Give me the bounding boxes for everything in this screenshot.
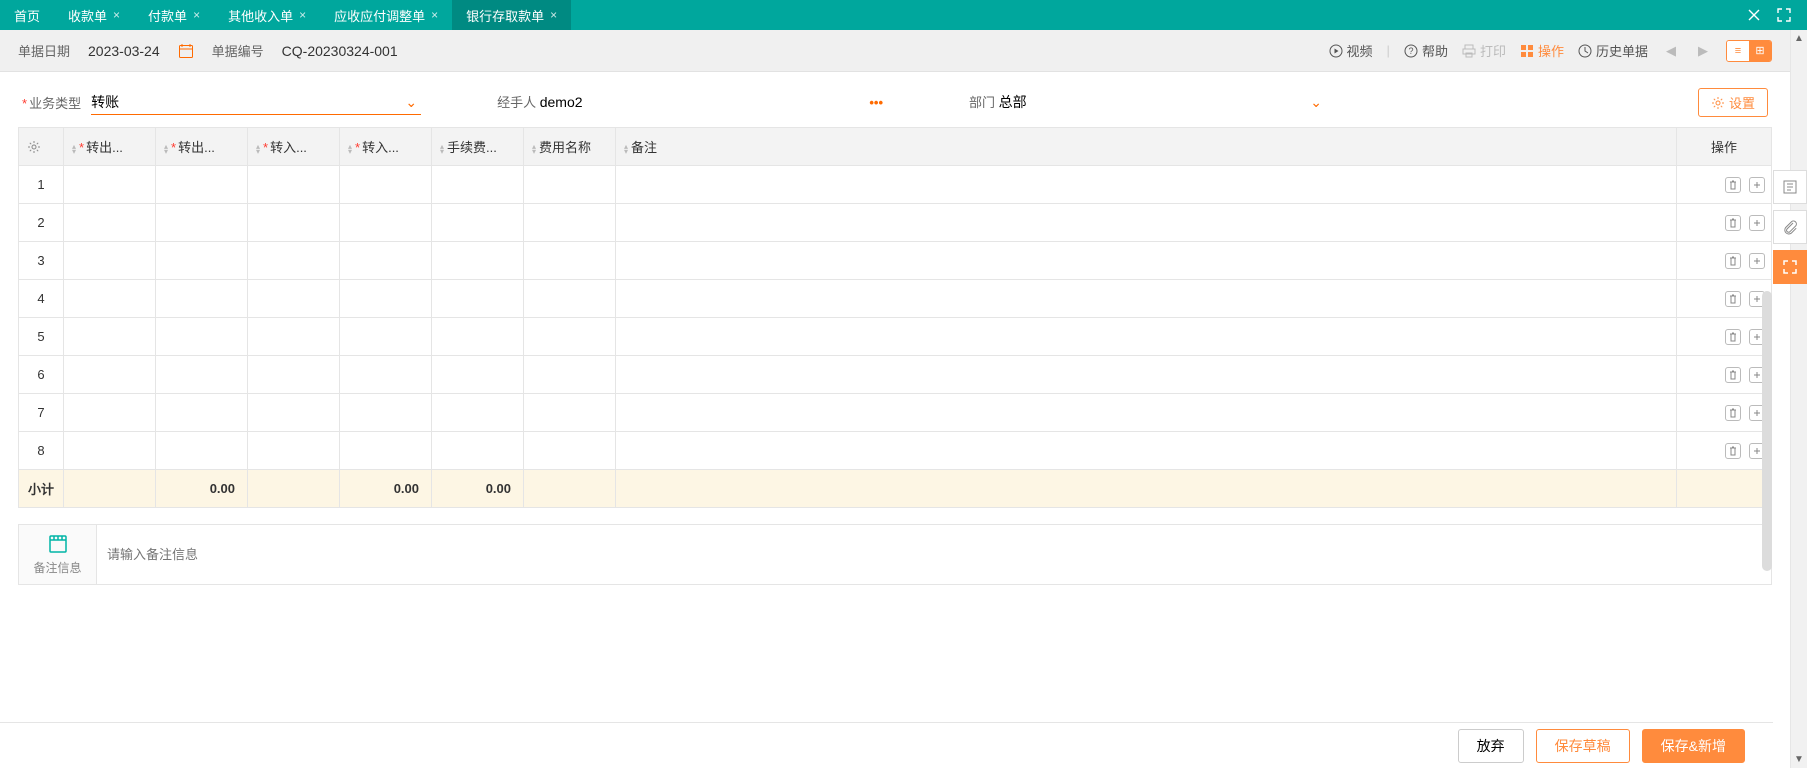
table-row[interactable]: 3	[19, 242, 1772, 280]
delete-row-icon[interactable]	[1725, 329, 1741, 345]
delete-row-icon[interactable]	[1725, 367, 1741, 383]
col-actions: 操作	[1677, 128, 1772, 166]
table-row[interactable]: 4	[19, 280, 1772, 318]
handler-input[interactable]	[540, 90, 860, 115]
delete-row-icon[interactable]	[1725, 443, 1741, 459]
date-value[interactable]: 2023-03-24	[88, 43, 160, 59]
add-row-icon[interactable]	[1749, 253, 1765, 269]
table-row[interactable]: 8	[19, 432, 1772, 470]
close-icon[interactable]: ×	[113, 8, 120, 22]
delete-row-icon[interactable]	[1725, 177, 1741, 193]
table-row[interactable]: 5	[19, 318, 1772, 356]
tab-home[interactable]: 首页	[0, 0, 54, 30]
list-view-icon[interactable]: ≡	[1727, 41, 1749, 61]
form-row: *业务类型 ⌄ 经手人 ••• 部门 ⌄	[0, 72, 1790, 127]
table-row[interactable]: 7	[19, 394, 1772, 432]
help-link[interactable]: ?帮助	[1404, 41, 1448, 60]
side-tool-expand-icon[interactable]	[1773, 250, 1807, 284]
close-icon[interactable]: ×	[431, 8, 438, 22]
video-link[interactable]: 视频	[1329, 41, 1373, 60]
col-fee[interactable]: ▴▾手续费...	[432, 128, 524, 166]
chevron-down-icon[interactable]: ⌄	[405, 94, 417, 111]
page-scrollbar[interactable]: ▲ ▼	[1790, 30, 1807, 768]
table-row[interactable]: 6	[19, 356, 1772, 394]
col-transfer-in-1[interactable]: ▴▾*转入...	[248, 128, 340, 166]
tab-bank-transfer[interactable]: 银行存取款单×	[452, 0, 571, 30]
remark-section: 备注信息	[18, 524, 1772, 585]
gear-icon[interactable]	[19, 128, 64, 166]
dept-label: 部门	[969, 95, 995, 110]
col-transfer-out-1[interactable]: ▴▾*转出...	[64, 128, 156, 166]
col-fee-name[interactable]: ▴▾费用名称	[524, 128, 616, 166]
chevron-down-icon[interactable]: ⌄	[1310, 94, 1322, 110]
delete-row-icon[interactable]	[1725, 253, 1741, 269]
discard-button[interactable]: 放弃	[1458, 729, 1524, 763]
side-tool-draft-icon[interactable]	[1773, 170, 1807, 204]
handler-label: 经手人	[497, 95, 536, 110]
history-link[interactable]: 历史单据	[1578, 41, 1648, 60]
table-scrollbar[interactable]	[1762, 291, 1772, 617]
delete-row-icon[interactable]	[1725, 215, 1741, 231]
table-row[interactable]: 2	[19, 204, 1772, 242]
tab-adjustment[interactable]: 应收应付调整单×	[320, 0, 452, 30]
side-tool-attachment-icon[interactable]	[1773, 210, 1807, 244]
tab-bar: 首页 收款单× 付款单× 其他收入单× 应收应付调整单× 银行存取款单×	[0, 0, 1807, 30]
next-doc-icon[interactable]: ▶	[1694, 43, 1712, 59]
remark-input[interactable]	[97, 525, 1771, 584]
settings-button[interactable]: 设置	[1698, 88, 1768, 117]
tab-payment[interactable]: 付款单×	[134, 0, 214, 30]
svg-text:?: ?	[1408, 46, 1413, 56]
bottom-bar: 放弃 保存草稿 保存&新增	[0, 722, 1773, 768]
biz-type-label: 业务类型	[29, 96, 81, 111]
dept-input[interactable]	[999, 90, 1319, 115]
tab-other-income[interactable]: 其他收入单×	[214, 0, 320, 30]
date-label: 单据日期	[18, 41, 70, 60]
add-row-icon[interactable]	[1749, 215, 1765, 231]
operate-link[interactable]: 操作	[1520, 41, 1564, 60]
col-transfer-in-2[interactable]: ▴▾*转入...	[340, 128, 432, 166]
delete-row-icon[interactable]	[1725, 291, 1741, 307]
form-view-icon[interactable]: ⊞	[1749, 41, 1771, 61]
close-icon[interactable]: ×	[299, 8, 306, 22]
table-row[interactable]: 1	[19, 166, 1772, 204]
biz-type-input[interactable]	[91, 90, 421, 115]
save-draft-button[interactable]: 保存草稿	[1536, 729, 1630, 763]
print-link[interactable]: 打印	[1462, 41, 1506, 60]
data-table: ▴▾*转出... ▴▾*转出... ▴▾*转入... ▴▾*转入... ▴▾手续…	[18, 127, 1772, 508]
add-row-icon[interactable]	[1749, 177, 1765, 193]
save-new-button[interactable]: 保存&新增	[1642, 729, 1745, 763]
code-value: CQ-20230324-001	[282, 43, 398, 59]
fullscreen-icon[interactable]	[1769, 0, 1799, 30]
col-remark[interactable]: ▴▾备注	[616, 128, 1677, 166]
calendar-icon[interactable]	[178, 43, 194, 59]
subtotal-row: 小计 0.00 0.00 0.00	[19, 470, 1772, 508]
col-transfer-out-2[interactable]: ▴▾*转出...	[156, 128, 248, 166]
window-close-icon[interactable]	[1739, 0, 1769, 30]
remark-label: 备注信息	[33, 559, 81, 576]
tab-receipt[interactable]: 收款单×	[54, 0, 134, 30]
prev-doc-icon[interactable]: ◀	[1662, 43, 1680, 59]
lookup-icon[interactable]: •••	[869, 95, 883, 110]
close-icon[interactable]: ×	[550, 8, 557, 22]
view-toggle[interactable]: ≡ ⊞	[1726, 40, 1772, 62]
close-icon[interactable]: ×	[193, 8, 200, 22]
side-tools	[1773, 170, 1807, 284]
code-label: 单据编号	[212, 41, 264, 60]
scroll-down-icon[interactable]: ▼	[1791, 751, 1807, 768]
delete-row-icon[interactable]	[1725, 405, 1741, 421]
note-icon	[47, 533, 69, 555]
scroll-up-icon[interactable]: ▲	[1791, 30, 1807, 47]
doc-toolbar: 单据日期 2023-03-24 单据编号 CQ-20230324-001 视频 …	[0, 30, 1790, 72]
